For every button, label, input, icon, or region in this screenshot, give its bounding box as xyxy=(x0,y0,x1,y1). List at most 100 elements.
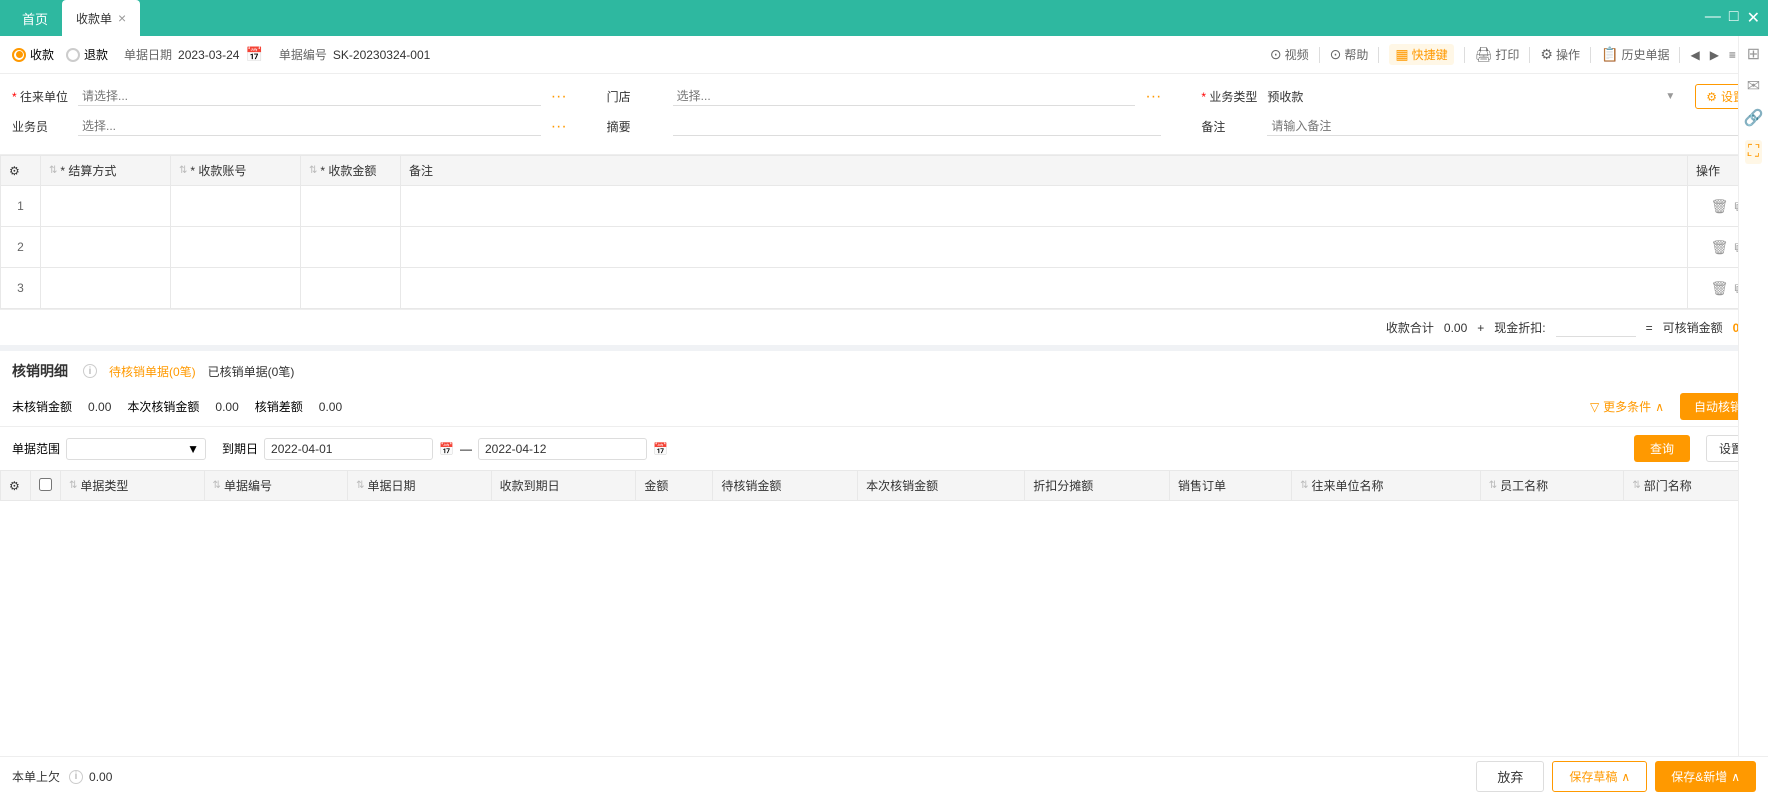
draft-button[interactable]: 保存草稿 ∧ xyxy=(1552,761,1647,792)
tab-close-icon[interactable]: × xyxy=(118,10,126,26)
history-btn[interactable]: 📋 历史单据 xyxy=(1601,46,1669,63)
summary-input[interactable] xyxy=(673,117,1162,136)
operation-btn[interactable]: ⚙ 操作 xyxy=(1540,46,1580,63)
remark-input-3[interactable] xyxy=(401,269,1687,307)
shortcut-btn[interactable]: ▦ 快捷键 xyxy=(1389,44,1453,65)
row-num-2: 2 xyxy=(1,227,41,268)
main-table: ⚙ ⇅ * 结算方式 ⇅ * 收款账号 xyxy=(0,155,1768,309)
screenshot-panel-icon[interactable]: ⛶ xyxy=(1745,140,1762,164)
more-conditions-btn[interactable]: ▽ 更多条件 ∧ xyxy=(1590,398,1664,415)
diff-label: 核销差额 xyxy=(255,398,303,415)
sort-icon: ⇅ xyxy=(309,165,317,176)
th-settlement: ⇅ * 结算方式 xyxy=(41,156,171,186)
amount-input-3[interactable] xyxy=(301,269,400,307)
th-due-date: 收款到期日 xyxy=(491,471,636,501)
sort-doc-date: ⇅ xyxy=(356,480,364,491)
save-label: 保存&新增 xyxy=(1671,768,1727,785)
search-button[interactable]: 查询 xyxy=(1634,435,1690,462)
print-btn[interactable]: 🖨 打印 xyxy=(1475,46,1520,63)
discount-input[interactable] xyxy=(1556,318,1636,337)
remark-input-2[interactable] xyxy=(401,228,1687,266)
refund-radio[interactable]: 退款 xyxy=(66,46,108,63)
range-label: 单据范围 xyxy=(12,440,60,457)
divider-3 xyxy=(1464,47,1465,63)
done-tab[interactable]: 已核销单据(0笔) xyxy=(208,363,295,380)
tab-active-label: 收款单 xyxy=(76,10,112,27)
business-type-dropdown-icon[interactable]: ▼ xyxy=(1665,91,1675,102)
minimize-icon[interactable]: — xyxy=(1705,8,1721,28)
amount-input-1[interactable] xyxy=(301,187,400,225)
toolbar: 收款 退款 单据日期 2023-03-24 📅 单据编号 SK-20230324… xyxy=(0,36,1768,74)
due-date-label: 到期日 xyxy=(222,440,258,457)
partner-more-icon[interactable]: ··· xyxy=(551,88,567,106)
current-label: 本次核销金额 xyxy=(127,398,199,415)
remark-cell-1 xyxy=(401,186,1688,227)
quota-label: 本单上欠 xyxy=(12,768,60,785)
chevron-up-icon: ∧ xyxy=(1655,400,1664,414)
help-icon: ⊙ xyxy=(1330,46,1342,63)
employee-more-icon[interactable]: ··· xyxy=(551,118,567,136)
remark-cell-3 xyxy=(401,268,1688,309)
range-field: 单据范围 ▼ xyxy=(12,438,206,460)
receipt-radio-dot xyxy=(12,48,26,62)
save-dropdown-icon[interactable]: ∧ xyxy=(1731,770,1740,784)
settlement-input-2[interactable] xyxy=(41,228,170,266)
nav-prev[interactable]: ◀ xyxy=(1690,48,1699,62)
range-select[interactable]: ▼ xyxy=(66,438,206,460)
calendar-to-icon[interactable]: 📅 xyxy=(653,442,668,456)
partner-input[interactable] xyxy=(78,87,541,106)
tab-home[interactable]: 首页 xyxy=(8,0,62,36)
table-container: ⚙ ⇅ * 结算方式 ⇅ * 收款账号 xyxy=(0,155,1768,309)
settlement-input-3[interactable] xyxy=(41,269,170,307)
pending-tab[interactable]: 待核销单据(0笔) xyxy=(109,363,196,380)
store-more-icon[interactable]: ··· xyxy=(1145,88,1161,106)
employee-input[interactable] xyxy=(78,117,541,136)
date-range-field: 到期日 📅 — 📅 xyxy=(222,438,668,460)
quota-info-icon[interactable]: i xyxy=(69,770,83,784)
delete-icon-1[interactable]: 🗑 xyxy=(1711,198,1729,215)
delete-icon-2[interactable]: 🗑 xyxy=(1711,239,1729,256)
calendar-from-icon[interactable]: 📅 xyxy=(439,442,454,456)
date-from-input[interactable] xyxy=(264,438,433,460)
remark-input[interactable] xyxy=(1267,117,1756,136)
draft-dropdown-icon[interactable]: ∧ xyxy=(1621,770,1630,784)
store-input[interactable] xyxy=(673,87,1136,106)
table-row: 1 🗑 ⧉ xyxy=(1,186,1768,227)
video-btn[interactable]: ⊙ 视频 xyxy=(1270,46,1309,63)
tab-active[interactable]: 收款单 × xyxy=(62,0,140,36)
th-doc-type: ⇅ 单据类型 xyxy=(61,471,205,501)
account-input-3[interactable] xyxy=(171,269,300,307)
save-new-button[interactable]: 保存&新增 ∧ xyxy=(1655,761,1756,792)
help-btn[interactable]: ⊙ 帮助 xyxy=(1330,46,1369,63)
mail-panel-icon[interactable]: ✉ xyxy=(1747,76,1760,96)
receipt-radio[interactable]: 收款 xyxy=(12,46,54,63)
close-icon[interactable]: ✕ xyxy=(1747,8,1760,28)
select-all-checkbox[interactable] xyxy=(39,478,52,491)
bottom-actions: 放弃 保存草稿 ∧ 保存&新增 ∧ xyxy=(1476,761,1756,792)
refund-radio-dot xyxy=(66,48,80,62)
verification-info-icon[interactable]: i xyxy=(83,364,97,378)
settlement-input-1[interactable] xyxy=(41,187,170,225)
abandon-button[interactable]: 放弃 xyxy=(1476,761,1544,792)
calendar-icon[interactable]: 📅 xyxy=(245,46,262,63)
delete-icon-3[interactable]: 🗑 xyxy=(1711,280,1729,297)
form-row-2: 业务员 ··· 摘要 备注 xyxy=(12,117,1756,136)
store-label: 门店 xyxy=(607,88,667,105)
shortcut-label: 快捷键 xyxy=(1412,46,1448,63)
th-amount: ⇅ * 收款金额 xyxy=(301,156,401,186)
table-panel-icon[interactable]: ⊞ xyxy=(1747,44,1760,64)
list-view[interactable]: ≡ xyxy=(1729,48,1736,62)
gear-icon[interactable]: ⚙ xyxy=(9,164,20,178)
link-panel-icon[interactable]: 🔗 xyxy=(1744,108,1764,128)
nav-next[interactable]: ▶ xyxy=(1710,48,1719,62)
row-num-3: 3 xyxy=(1,268,41,309)
diff-value: 0.00 xyxy=(319,400,342,414)
gear-icon-2[interactable]: ⚙ xyxy=(9,479,20,493)
remark-input-1[interactable] xyxy=(401,187,1687,225)
account-cell-1 xyxy=(171,186,301,227)
date-to-input[interactable] xyxy=(478,438,647,460)
account-input-2[interactable] xyxy=(171,228,300,266)
amount-input-2[interactable] xyxy=(301,228,400,266)
account-input-1[interactable] xyxy=(171,187,300,225)
maximize-icon[interactable]: □ xyxy=(1729,8,1739,28)
